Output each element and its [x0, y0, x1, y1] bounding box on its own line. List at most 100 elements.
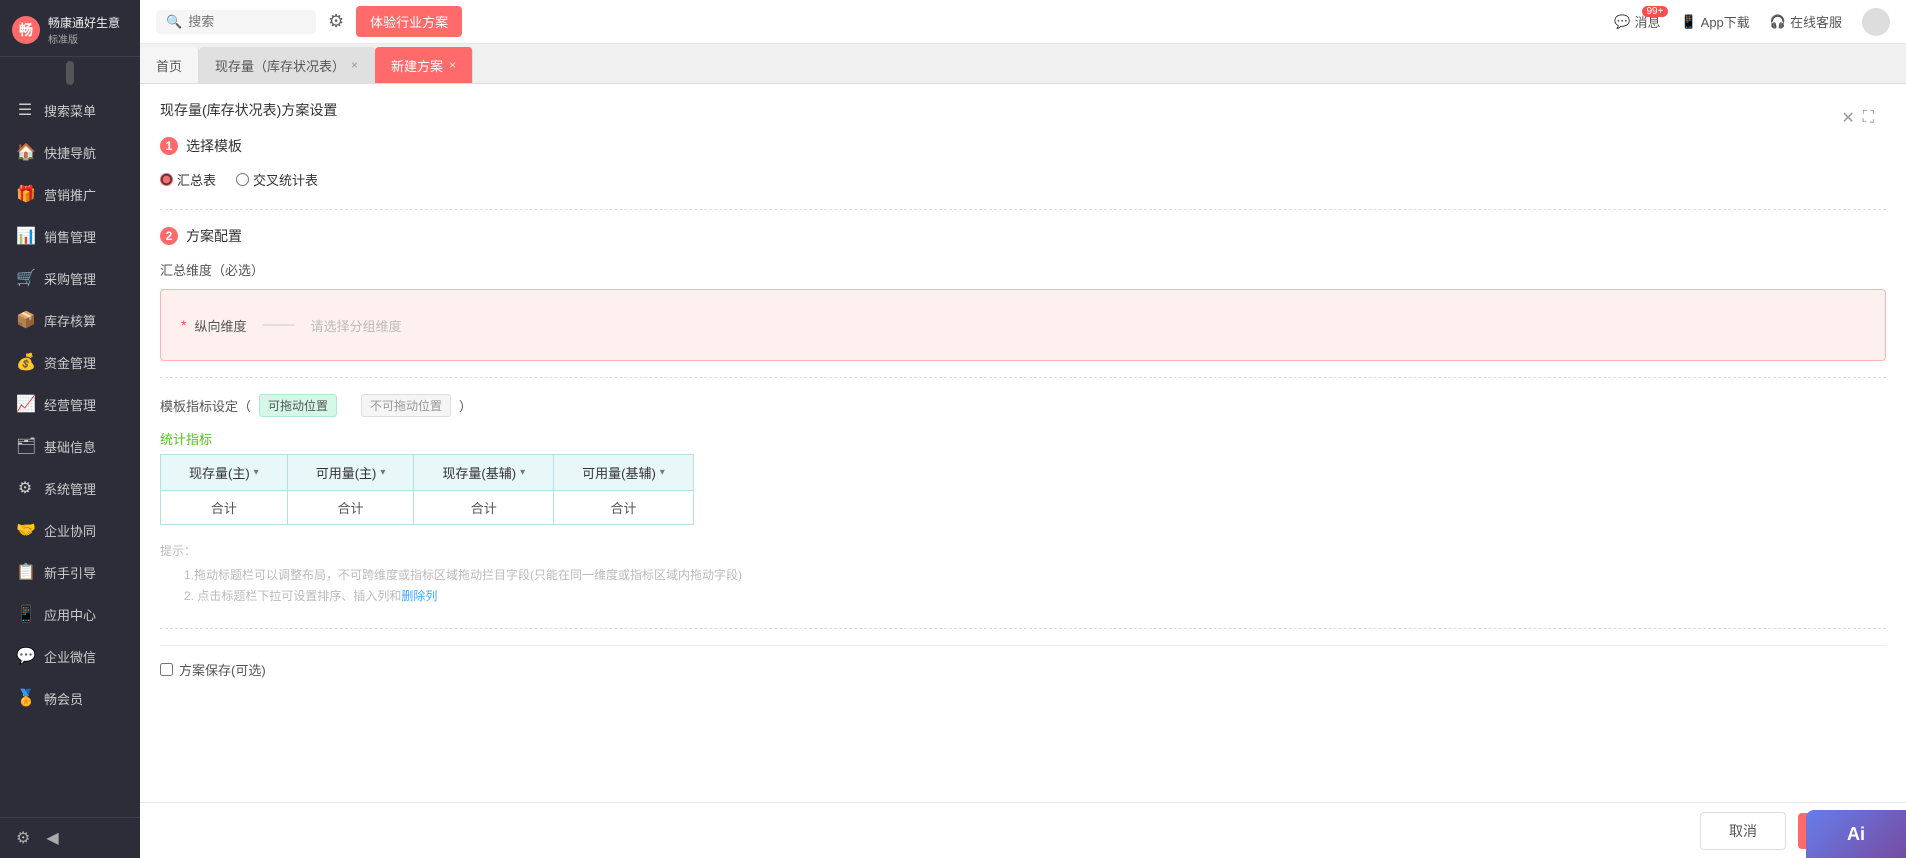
sidebar-icon-0: ☰ [16, 100, 34, 120]
user-avatar[interactable] [1862, 8, 1890, 36]
logo-text: 畅康通好生意 标准版 [48, 14, 120, 46]
sidebar-item-6[interactable]: 💰资金管理 [0, 341, 140, 383]
divider-2 [160, 377, 1886, 378]
sidebar-item-13[interactable]: 💬 企业微信 [0, 635, 140, 677]
radio-cross[interactable]: 交叉统计表 [236, 170, 318, 189]
col-label-1: 可用量(主) [316, 463, 377, 482]
divider-3 [160, 628, 1886, 629]
col-chevron-1[interactable]: ▾ [380, 467, 385, 478]
search-input[interactable] [188, 14, 306, 29]
dim-name: 纵向维度 [194, 316, 246, 335]
cell-0-0: 合计 [161, 491, 288, 525]
panel-title: 现存量(库存状况表)方案设置 [160, 100, 1886, 120]
tab-home[interactable]: 首页 [140, 47, 199, 83]
sidebar-label-1: 快捷导航 [44, 143, 96, 162]
close-new-scheme-tab[interactable]: × [449, 58, 456, 72]
app-name: 畅康通好生意 [48, 14, 120, 31]
sidebar-item-5[interactable]: 📦库存核算 [0, 299, 140, 341]
step1-title: 1 选择模板 [160, 136, 1886, 156]
main-area: 🔍 ⚙ 体验行业方案 💬 消息 99+ 📱 App下载 🎧 在线客服 [140, 0, 1906, 858]
ai-badge[interactable]: Ai [1806, 810, 1906, 858]
stats-data-row: 合计 合计 合计 合计 [161, 491, 694, 525]
close-inventory-tab[interactable]: × [351, 58, 358, 72]
tab-new-scheme[interactable]: 新建方案 × [375, 47, 473, 83]
sidebar-item-10[interactable]: 🤝企业协同 [0, 509, 140, 551]
header-right: 💬 消息 99+ 📱 App下载 🎧 在线客服 [1614, 8, 1890, 36]
delete-col-link[interactable]: 删除列 [401, 589, 437, 603]
col-header-3[interactable]: 可用量(基辅) ▾ [554, 455, 694, 491]
footer-bar: 取消 查询 [140, 802, 1906, 858]
sidebar-icon-8: 🗂 [16, 436, 34, 456]
template-radio-group: 汇总表 交叉统计表 [160, 170, 1886, 189]
message-icon: 💬 [1614, 14, 1630, 30]
expand-panel-btn[interactable]: ⛶ [1863, 109, 1874, 127]
col-chevron-2[interactable]: ▾ [520, 467, 525, 478]
tips-title: 提示： [160, 541, 1886, 563]
sidebar-item-2[interactable]: 🎁营销推广 [0, 173, 140, 215]
sidebar-item-1[interactable]: 🏠快捷导航 [0, 131, 140, 173]
sidebar-icon-5: 📦 [16, 310, 34, 330]
content-panel: ✕ ⛶ 现存量(库存状况表)方案设置 1 选择模板 汇总表 交叉统 [140, 84, 1906, 802]
settings-gear-icon[interactable]: ⚙ [328, 11, 344, 32]
collapse-icon[interactable]: ◀ [46, 828, 58, 848]
sidebar-label-3: 销售管理 [44, 227, 96, 246]
col-header-2[interactable]: 现存量(基辅) ▾ [414, 455, 554, 491]
sidebar: 畅 畅康通好生意 标准版 ☰搜索菜单🏠快捷导航🎁营销推广📊销售管理🛒采购管理📦库… [0, 0, 140, 858]
sidebar-item-0[interactable]: ☰搜索菜单 [0, 89, 140, 131]
sidebar-icon-7: 📈 [16, 394, 34, 414]
close-panel-btn[interactable]: ✕ [1841, 108, 1854, 128]
radio-cross-input[interactable] [236, 173, 249, 186]
sidebar-item-8[interactable]: 🗂 基础信息 [0, 425, 140, 467]
cancel-button[interactable]: 取消 [1700, 812, 1786, 850]
app-download-action[interactable]: 📱 App下载 [1680, 12, 1749, 31]
sidebar-icon-3: 📊 [16, 226, 34, 246]
drag-badge: 可拖动位置 [259, 394, 337, 417]
sidebar-label-10: 企业协同 [44, 521, 96, 540]
no-drag-badge: 不可拖动位置 [361, 394, 451, 417]
stats-title: 统计指标 [160, 429, 1886, 448]
online-service-action[interactable]: 🎧 在线客服 [1770, 12, 1842, 31]
tab-inventory[interactable]: 现存量（库存状况表） × [199, 47, 375, 83]
search-icon: 🔍 [166, 14, 182, 30]
step1-section: 1 选择模板 汇总表 交叉统计表 [160, 136, 1886, 189]
step2-badge: 2 [160, 227, 178, 245]
stats-header-row: 现存量(主) ▾ 可用量(主) ▾ [161, 455, 694, 491]
sidebar-label-14: 畅会员 [44, 689, 83, 708]
message-action[interactable]: 💬 消息 99+ [1614, 12, 1660, 31]
sidebar-label-13: 企业微信 [44, 647, 96, 666]
sidebar-icon-13: 💬 [16, 646, 34, 666]
sidebar-item-3[interactable]: 📊 销售管理 [0, 215, 140, 257]
save-checkbox[interactable] [160, 663, 173, 676]
sidebar-label-8: 基础信息 [44, 437, 96, 456]
sidebar-icon-6: 💰 [16, 352, 34, 372]
top-header: 🔍 ⚙ 体验行业方案 💬 消息 99+ 📱 App下载 🎧 在线客服 [140, 0, 1906, 44]
sidebar-item-12[interactable]: 📱应用中心 [0, 593, 140, 635]
sidebar-item-11[interactable]: 📋新手引导 [0, 551, 140, 593]
sidebar-item-9[interactable]: ⚙系统管理 [0, 467, 140, 509]
sidebar-item-4[interactable]: 🛒采购管理 [0, 257, 140, 299]
inventory-tab-label: 现存量（库存状况表） [215, 56, 345, 75]
dimension-required-box[interactable]: * 纵向维度 —— 请选择分组维度 [160, 289, 1886, 361]
save-option: 方案保存(可选) [160, 645, 1886, 693]
radio-cross-label: 交叉统计表 [253, 170, 318, 189]
col-header-0[interactable]: 现存量(主) ▾ [161, 455, 288, 491]
divider-1 [160, 209, 1886, 210]
sidebar-item-7[interactable]: 📈经营管理 [0, 383, 140, 425]
col-header-1[interactable]: 可用量(主) ▾ [287, 455, 414, 491]
settings-icon[interactable]: ⚙ [16, 828, 30, 848]
trial-btn[interactable]: 体验行业方案 [356, 6, 462, 37]
radio-summary[interactable]: 汇总表 [160, 170, 216, 189]
dimension-label: 汇总维度（必选） [160, 260, 1886, 279]
col-chevron-0[interactable]: ▾ [254, 467, 259, 478]
tab-bar: 首页 现存量（库存状况表） × 新建方案 × [140, 44, 1906, 84]
col-chevron-3[interactable]: ▾ [660, 467, 665, 478]
sidebar-icon-11: 📋 [16, 562, 34, 582]
sidebar-icon-12: 📱 [16, 604, 34, 624]
radio-summary-input[interactable] [160, 173, 173, 186]
new-scheme-tab-label: 新建方案 [391, 56, 443, 75]
sidebar-icon-9: ⚙ [16, 478, 34, 498]
col-label-2: 现存量(基辅) [442, 463, 516, 482]
step1-label: 选择模板 [186, 136, 242, 156]
search-box[interactable]: 🔍 [156, 10, 316, 34]
sidebar-item-14[interactable]: 🏅畅会员 [0, 677, 140, 719]
